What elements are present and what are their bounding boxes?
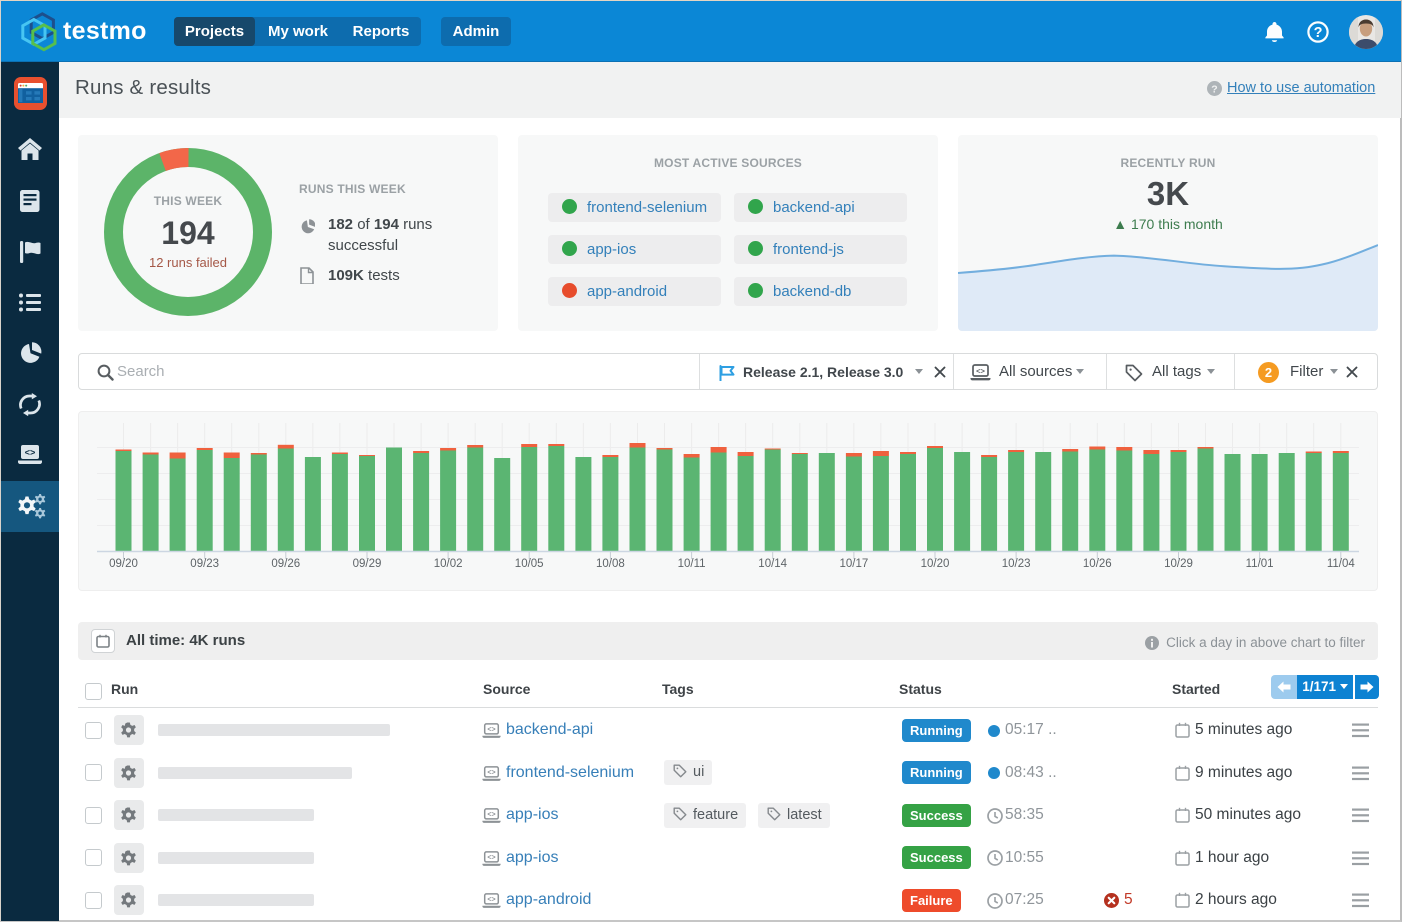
- svg-text:?: ?: [1314, 25, 1323, 41]
- svg-text:10/20: 10/20: [921, 558, 950, 570]
- svg-text:10/29: 10/29: [1164, 558, 1193, 570]
- svg-text:10/08: 10/08: [596, 558, 625, 570]
- svg-text:10/23: 10/23: [1002, 558, 1031, 570]
- svg-text:10/17: 10/17: [840, 558, 869, 570]
- svg-text:11/01: 11/01: [1246, 558, 1274, 570]
- svg-text:09/29: 09/29: [353, 558, 382, 570]
- svg-text:?: ?: [1211, 83, 1217, 95]
- svg-text:10/11: 10/11: [678, 558, 706, 570]
- svg-text:09/23: 09/23: [190, 558, 219, 570]
- svg-text:<>: <>: [487, 769, 495, 776]
- svg-text:10/26: 10/26: [1083, 558, 1112, 570]
- svg-text:10/02: 10/02: [434, 558, 463, 570]
- svg-text:<>: <>: [487, 812, 495, 819]
- svg-text:10/05: 10/05: [515, 558, 544, 570]
- svg-text:<>: <>: [25, 449, 36, 459]
- svg-text:09/20: 09/20: [109, 558, 138, 570]
- svg-text:<>: <>: [487, 727, 495, 734]
- svg-text:11/04: 11/04: [1327, 558, 1356, 570]
- svg-text:<>: <>: [487, 897, 495, 904]
- svg-text:<>: <>: [976, 367, 985, 376]
- svg-text:<>: <>: [487, 854, 495, 861]
- svg-text:10/14: 10/14: [758, 558, 787, 570]
- svg-text:09/26: 09/26: [271, 558, 300, 570]
